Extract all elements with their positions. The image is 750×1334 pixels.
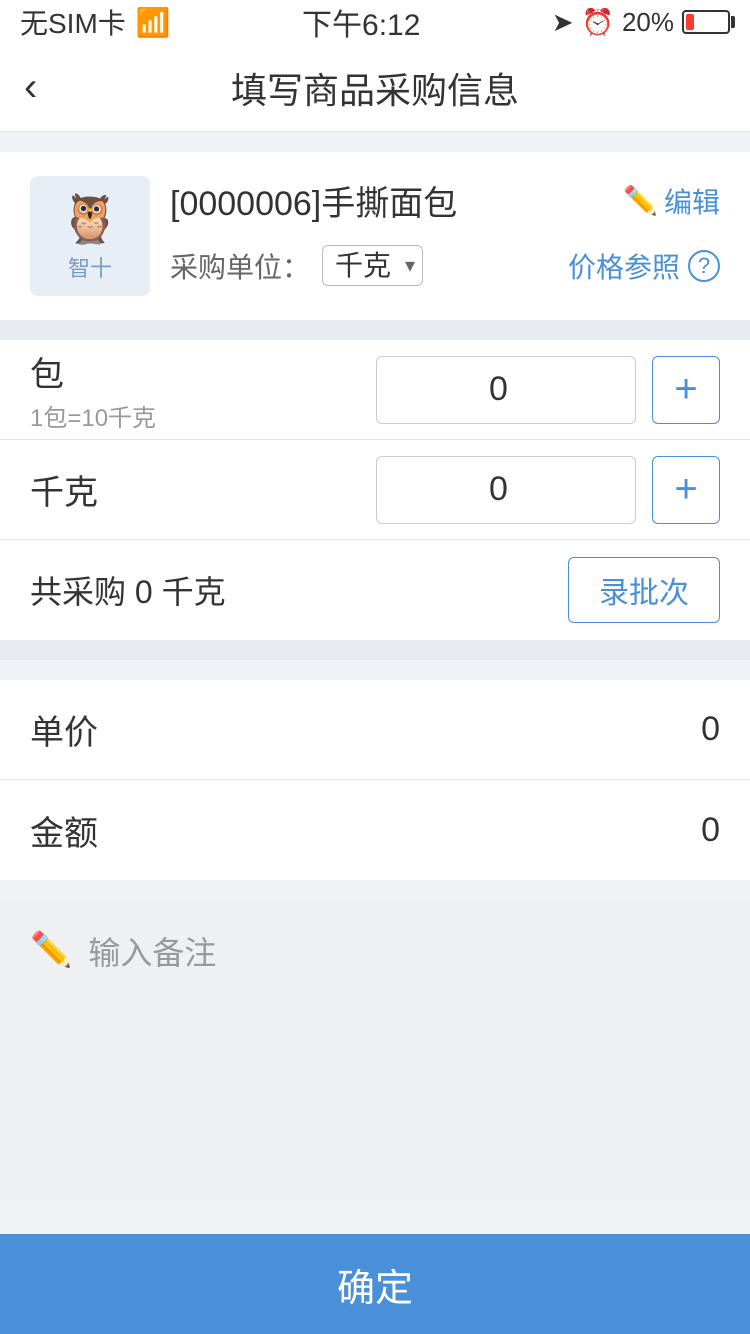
back-button[interactable]: ‹ (24, 65, 37, 110)
bao-plus-button[interactable]: + (652, 356, 720, 424)
section-divider-2 (0, 640, 750, 660)
location-icon: ➤ (552, 7, 574, 38)
summary-text: 共采购 0 千克 (30, 567, 226, 613)
product-card: 🦉 智十 [0000006]手撕面包 ✏️ 编辑 采购单位： 千克 包 价 (0, 152, 750, 320)
status-time: 下午6:12 (302, 0, 420, 44)
edit-icon: ✏️ (623, 184, 658, 217)
price-ref-label: 价格参照 (568, 246, 680, 286)
unit-price-label: 单价 (30, 705, 98, 754)
bao-qty-input[interactable] (376, 356, 636, 424)
batch-button[interactable]: 录批次 (568, 557, 720, 623)
product-name: [0000006]手撕面包 (170, 176, 457, 225)
product-info: [0000006]手撕面包 ✏️ 编辑 采购单位： 千克 包 价格参照 ? (170, 176, 720, 286)
owl-icon: 🦉 (60, 190, 120, 247)
help-icon: ? (688, 250, 720, 282)
unit-label: 采购单位： (170, 246, 310, 286)
nav-bar: ‹ 填写商品采购信息 (0, 44, 750, 132)
input-section: 包 1包=10千克 + 千克 + (0, 340, 750, 540)
edit-label: 编辑 (664, 181, 720, 221)
pencil-icon: ✏️ (30, 930, 72, 970)
amount-value: 0 (701, 811, 720, 850)
input-row-bao: 包 1包=10千克 + (0, 340, 750, 440)
kg-main-label: 千克 (30, 465, 190, 514)
product-logo: 🦉 智十 (30, 176, 150, 296)
kg-qty-input[interactable] (376, 456, 636, 524)
status-bar: 无SIM卡 📶 下午6:12 ➤ ⏰ 20% (0, 0, 750, 44)
input-row-kg: 千克 + (0, 440, 750, 540)
unit-select[interactable]: 千克 包 (322, 245, 423, 286)
bao-sub-label: 1包=10千克 (30, 398, 190, 433)
bao-main-label: 包 (30, 347, 190, 396)
notes-placeholder: 输入备注 (88, 928, 216, 974)
battery-label: 20% (622, 7, 674, 38)
amount-label: 金额 (30, 806, 98, 855)
kg-plus-button[interactable]: + (652, 456, 720, 524)
wifi-icon: 📶 (136, 6, 171, 39)
alarm-icon: ⏰ (582, 7, 614, 38)
logo-text: 智十 (68, 251, 112, 283)
status-right: ➤ ⏰ 20% (552, 7, 730, 38)
confirm-button[interactable]: 确定 (0, 1234, 750, 1334)
price-reference-button[interactable]: 价格参照 ? (568, 246, 720, 286)
edit-button[interactable]: ✏️ 编辑 (623, 181, 720, 221)
summary-row: 共采购 0 千克 录批次 (0, 540, 750, 640)
status-left: 无SIM卡 📶 (20, 2, 171, 42)
notes-section[interactable]: ✏️ 输入备注 (0, 900, 750, 1200)
amount-row: 金额 0 (0, 780, 750, 880)
unit-price-row: 单价 0 (0, 680, 750, 780)
page-title: 填写商品采购信息 (231, 62, 519, 114)
unit-price-value: 0 (701, 710, 720, 749)
battery-icon (682, 10, 730, 34)
carrier-label: 无SIM卡 (20, 2, 126, 42)
section-divider-1 (0, 320, 750, 340)
unit-select-wrap[interactable]: 千克 包 (322, 245, 423, 286)
confirm-button-label: 确定 (337, 1257, 413, 1312)
price-section: 单价 0 金额 0 (0, 680, 750, 880)
